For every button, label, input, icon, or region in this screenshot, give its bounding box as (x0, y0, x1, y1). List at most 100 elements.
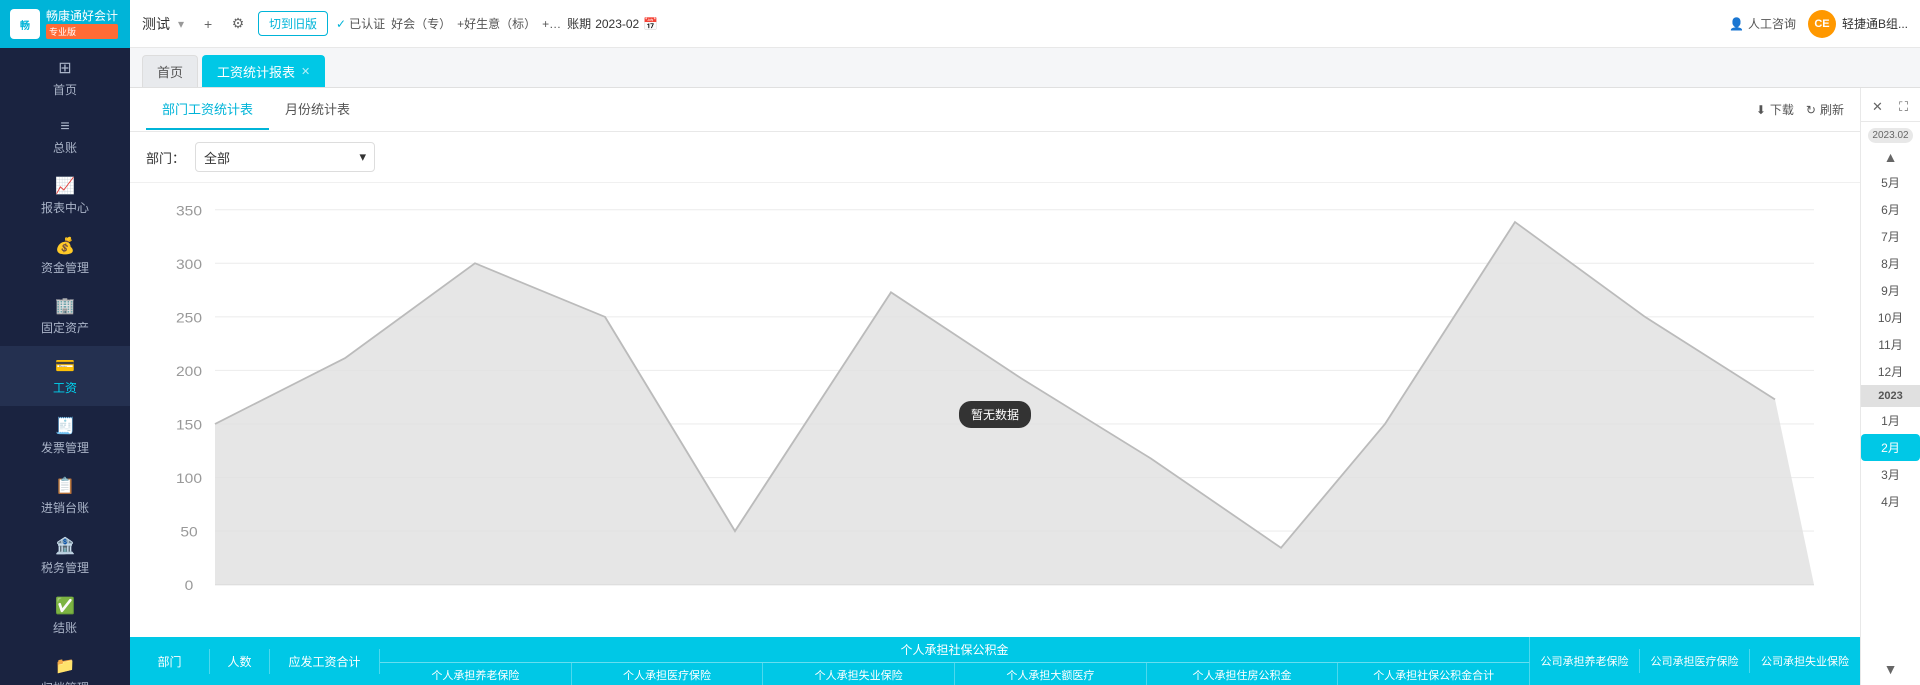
reports-icon: 📈 (55, 176, 75, 196)
month-3[interactable]: 3月 (1861, 461, 1920, 488)
download-icon: ⬇ (1756, 103, 1766, 117)
tab-home[interactable]: 首页 (142, 55, 198, 87)
sidebar-item-label: 发票管理 (41, 439, 89, 456)
month-6[interactable]: 6月 (1861, 196, 1920, 223)
avatar: CE (1808, 10, 1836, 38)
th-individual-group: 个人承担社保公积金 个人承担养老保险 个人承担医疗保险 个人承担失业保险 个人承… (380, 637, 1530, 685)
help-icon: 👤 (1729, 17, 1744, 31)
help-button[interactable]: 👤 人工咨询 (1729, 15, 1796, 32)
close-panel-icon[interactable]: ✕ (1867, 96, 1889, 118)
right-panel-top: ✕ ⛶ (1861, 92, 1920, 122)
month-11[interactable]: 11月 (1861, 331, 1920, 358)
th-housing-fund: 个人承担住房公积金 (1147, 663, 1339, 685)
prev-period-button[interactable]: ▲ (1861, 145, 1920, 169)
tag2: +好生意（标） (457, 15, 536, 32)
subtab-dept[interactable]: 部门工资统计表 (146, 89, 269, 130)
sidebar-item-label: 首页 (53, 81, 77, 98)
sidebar-item-home[interactable]: ⊞ 首页 (0, 48, 130, 108)
expand-panel-icon[interactable]: ⛶ (1893, 96, 1915, 118)
th-pension: 个人承担养老保险 (380, 663, 572, 685)
capital-icon: 💰 (55, 236, 75, 256)
dropdown-arrow-icon[interactable]: ▾ (178, 17, 184, 31)
svg-text:200: 200 (176, 365, 202, 380)
svg-text:350: 350 (176, 204, 202, 219)
tab-close-icon[interactable]: ✕ (301, 65, 310, 78)
sidebar-item-salary[interactable]: 💳 工资 (0, 346, 130, 406)
sidebar: 畅 畅康通好会计 专业版 ⊞ 首页 ≡ 总账 📈 报表中心 💰 资金管理 🏢 固… (0, 0, 130, 685)
add-button[interactable]: + (196, 12, 220, 36)
sidebar-item-purchase[interactable]: 📋 进销台账 (0, 466, 130, 526)
month-9[interactable]: 9月 (1861, 277, 1920, 304)
sidebar-item-ledger[interactable]: ≡ 总账 (0, 108, 130, 166)
month-5[interactable]: 5月 (1861, 169, 1920, 196)
logo-icon: 畅 (10, 9, 40, 39)
subtab-monthly[interactable]: 月份统计表 (269, 89, 366, 130)
svg-text:250: 250 (176, 311, 202, 326)
main-area: 测试 ▾ + ⚙ 切到旧版 ✓ 已认证 好会（专） +好生意（标） +… 账期 … (130, 0, 1920, 685)
tag3: +… (542, 17, 561, 31)
month-12[interactable]: 12月 (1861, 358, 1920, 385)
th-count: 人数 (210, 649, 270, 674)
next-period-button[interactable]: ▼ (1861, 657, 1920, 681)
filter-label: 部门： (146, 148, 185, 167)
sidebar-item-label: 结账 (53, 619, 77, 636)
sidebar-item-label: 总账 (53, 139, 77, 156)
th-company-medical: 公司承担医疗保险 (1640, 649, 1750, 673)
tab-salary-report[interactable]: 工资统计报表 ✕ (202, 55, 325, 87)
th-dept: 部门 (130, 649, 210, 674)
month-1[interactable]: 1月 (1861, 407, 1920, 434)
content-main: 部门工资统计表 月份统计表 ⬇ 下载 ↻ 刷新 (130, 88, 1860, 685)
month-2[interactable]: 2月 (1861, 434, 1920, 461)
svg-text:100: 100 (176, 472, 202, 487)
subtab-dept-label: 部门工资统计表 (162, 102, 253, 117)
tabbar: 首页 工资统计报表 ✕ (130, 48, 1920, 88)
salary-icon: 💳 (55, 356, 75, 376)
year-badge: 2023.02 (1868, 128, 1912, 143)
subtab-right: ⬇ 下载 ↻ 刷新 (1756, 101, 1844, 118)
svg-text:0: 0 (185, 579, 194, 594)
sidebar-item-label: 资金管理 (41, 259, 89, 276)
chart-tooltip: 暂无数据 (959, 401, 1031, 428)
month-4[interactable]: 4月 (1861, 488, 1920, 515)
month-10[interactable]: 10月 (1861, 304, 1920, 331)
settings-button[interactable]: ⚙ (226, 12, 250, 36)
month-7[interactable]: 7月 (1861, 223, 1920, 250)
sidebar-item-archive[interactable]: 📁 归档管理 (0, 646, 130, 685)
th-sub-cols: 个人承担养老保险 个人承担医疗保险 个人承担失业保险 个人承担大额医疗 个人承担… (380, 663, 1530, 685)
month-8[interactable]: 8月 (1861, 250, 1920, 277)
sidebar-item-capital[interactable]: 💰 资金管理 (0, 226, 130, 286)
topbar-right: 👤 人工咨询 CE 轻捷通B组... (1729, 10, 1908, 38)
download-label: 下载 (1770, 101, 1794, 118)
th-total-salary: 应发工资合计 (270, 649, 380, 674)
tag1: 好会（专） (391, 15, 451, 32)
dept-select[interactable]: 全部 ▾ (195, 142, 375, 172)
svg-text:50: 50 (180, 526, 197, 541)
sidebar-item-tax[interactable]: 🏦 税务管理 (0, 526, 130, 586)
dropdown-chevron-icon: ▾ (359, 149, 366, 165)
svg-text:150: 150 (176, 418, 202, 433)
user-menu[interactable]: CE 轻捷通B组... (1808, 10, 1908, 38)
tax-icon: 🏦 (55, 536, 75, 556)
sidebar-item-reports[interactable]: 📈 报表中心 (0, 166, 130, 226)
content-area: 部门工资统计表 月份统计表 ⬇ 下载 ↻ 刷新 (130, 88, 1920, 685)
calendar-icon[interactable]: 📅 (643, 17, 658, 31)
th-group-label: 个人承担社保公积金 (380, 637, 1530, 663)
certified-label: 已认证 (349, 15, 385, 32)
period-label: 账期 (567, 15, 591, 32)
sidebar-item-assets[interactable]: 🏢 固定资产 (0, 286, 130, 346)
th-company-unemployment: 公司承担失业保险 (1750, 649, 1860, 673)
sidebar-item-checkout[interactable]: ✅ 结账 (0, 586, 130, 646)
logo-badge: 专业版 (46, 24, 118, 39)
home-icon: ⊞ (58, 58, 71, 78)
dept-select-value: 全部 (204, 148, 230, 167)
tab-home-label: 首页 (157, 62, 183, 81)
checkout-icon: ✅ (55, 596, 75, 616)
table-header: 部门 人数 应发工资合计 个人承担社保公积金 个人承担养老保险 个人承担医疗保险… (130, 637, 1860, 685)
sidebar-item-invoice[interactable]: 🧾 发票管理 (0, 406, 130, 466)
download-action[interactable]: ⬇ 下载 (1756, 101, 1794, 118)
refresh-action[interactable]: ↻ 刷新 (1806, 101, 1844, 118)
sidebar-item-label: 工资 (53, 379, 77, 396)
svg-text:300: 300 (176, 258, 202, 273)
switch-version-button[interactable]: 切到旧版 (258, 11, 328, 36)
sidebar-item-label: 进销台账 (41, 499, 89, 516)
